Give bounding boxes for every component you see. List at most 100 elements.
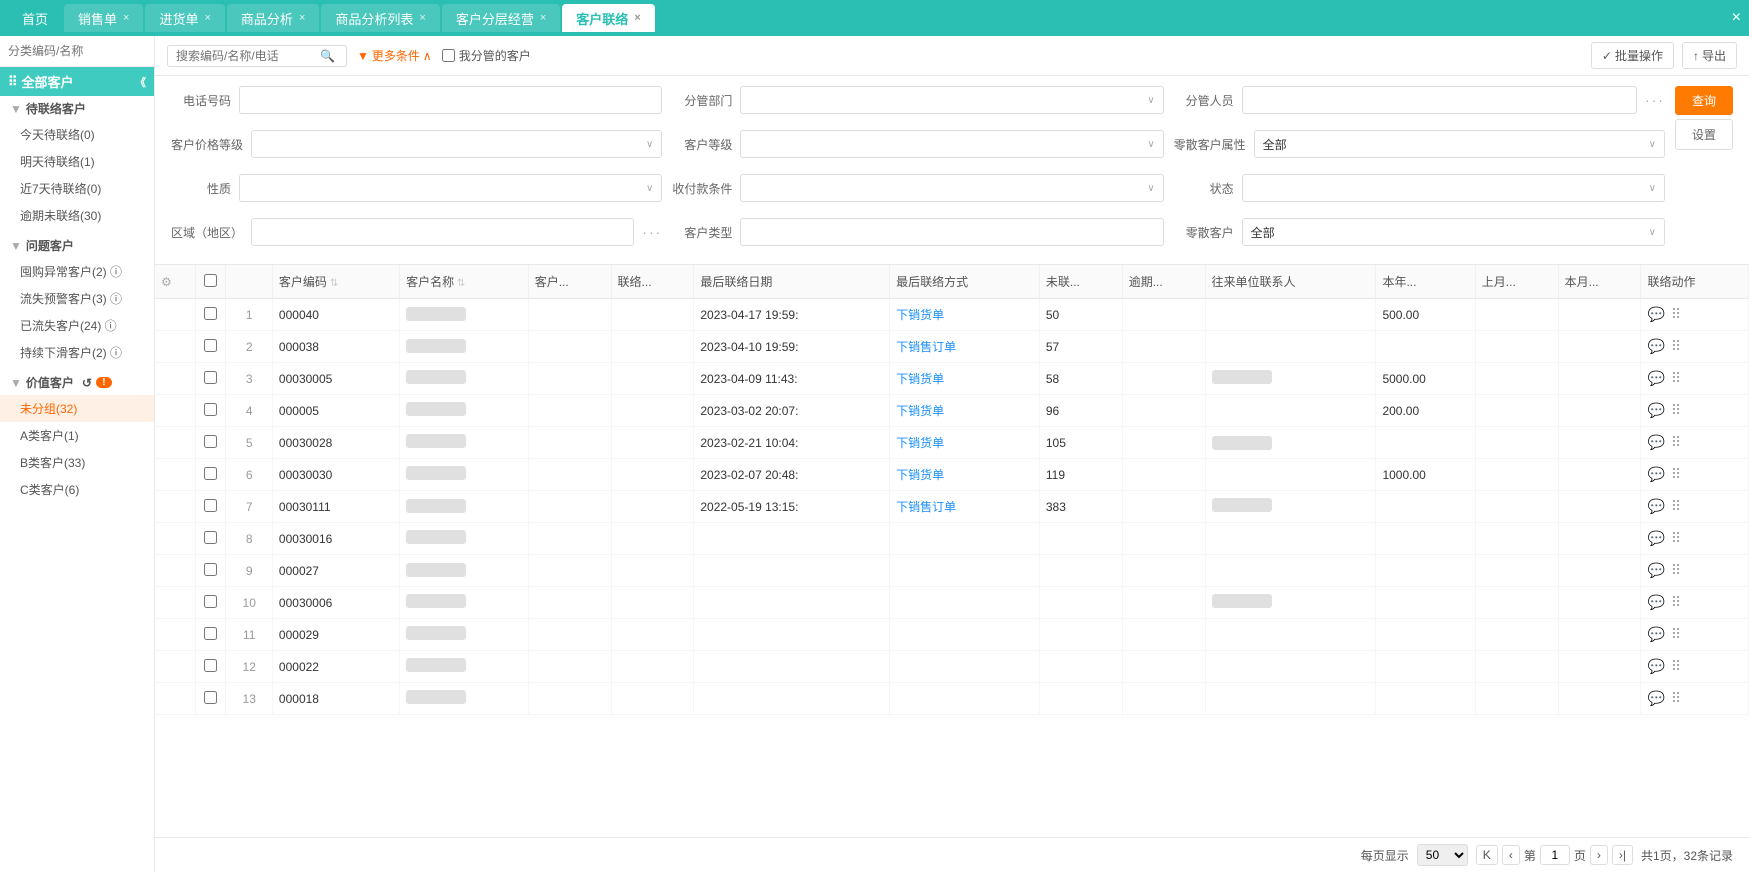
batch-ops-btn[interactable]: ✓ 批量操作 <box>1591 42 1674 69</box>
sidebar-collapse-icon[interactable]: 《 <box>135 74 146 90</box>
message-icon-7[interactable]: 💬 <box>1647 498 1664 515</box>
th-name[interactable]: 客户名称 <box>400 265 529 299</box>
message-icon-8[interactable]: 💬 <box>1647 530 1664 547</box>
tab-customer-contact[interactable]: 客户联络 × <box>562 4 654 32</box>
message-icon-13[interactable]: 💬 <box>1647 690 1664 707</box>
method-link-6[interactable]: 下销货单 <box>896 468 944 482</box>
message-icon-11[interactable]: 💬 <box>1647 626 1664 643</box>
more-icon-13[interactable]: ⠿ <box>1671 690 1681 707</box>
filter-region-input[interactable] <box>251 218 634 246</box>
message-icon-9[interactable]: 💬 <box>1647 562 1664 579</box>
tab-product-analysis-close[interactable]: × <box>299 12 305 24</box>
tab-purchase-close[interactable]: × <box>204 12 210 24</box>
filter-payment-select[interactable]: ∨ <box>740 174 1163 202</box>
filter-type-input[interactable] <box>740 218 1163 246</box>
export-btn[interactable]: ↑ 导出 <box>1682 42 1737 69</box>
message-icon-2[interactable]: 💬 <box>1647 338 1664 355</box>
method-link-5[interactable]: 下销货单 <box>896 436 944 450</box>
sidebar-item-abnormal[interactable]: 囤购异常客户(2) ⓘ <box>0 258 154 285</box>
more-icon-5[interactable]: ⠿ <box>1671 434 1681 451</box>
problem-customer-group[interactable]: ▼ 问题客户 <box>0 233 154 258</box>
sidebar-search-input[interactable] <box>8 44 155 58</box>
prev-page-btn[interactable]: ‹ <box>1502 845 1520 865</box>
message-icon-6[interactable]: 💬 <box>1647 466 1664 483</box>
row-checkbox-10[interactable] <box>204 595 217 608</box>
filter-status-select[interactable]: ∨ <box>1242 174 1665 202</box>
search-btn[interactable]: 查询 <box>1675 86 1733 115</box>
tab-product-list-close[interactable]: × <box>419 12 425 24</box>
sidebar-item-lost[interactable]: 已流失客户(24) ⓘ <box>0 312 154 339</box>
reset-btn[interactable]: 设置 <box>1675 119 1733 150</box>
row-checkbox-5[interactable] <box>204 435 217 448</box>
filter-price-select[interactable]: ∨ <box>251 130 662 158</box>
sidebar-item-c-class[interactable]: C类客户(6) <box>0 476 154 503</box>
more-icon-11[interactable]: ⠿ <box>1671 626 1681 643</box>
tab-purchase[interactable]: 进货单 × <box>145 4 224 32</box>
more-icon-7[interactable]: ⠿ <box>1671 498 1681 515</box>
row-checkbox-11[interactable] <box>204 627 217 640</box>
all-customers-header[interactable]: ⠿ 全部客户 《 <box>0 67 154 96</box>
gear-icon[interactable]: ⚙ <box>161 275 172 289</box>
filter-phone-input[interactable] <box>239 86 662 114</box>
tab-customer-contact-close[interactable]: × <box>634 12 640 24</box>
select-all-checkbox[interactable] <box>204 274 217 287</box>
message-icon-10[interactable]: 💬 <box>1647 594 1664 611</box>
sidebar-item-warn[interactable]: 流失预警客户(3) ⓘ <box>0 285 154 312</box>
tab-product-analysis-list[interactable]: 商品分析列表 × <box>321 4 439 32</box>
filter-level-select[interactable]: ∨ <box>740 130 1163 158</box>
page-size-select[interactable]: 50 100 <box>1417 844 1468 866</box>
sidebar-item-today[interactable]: 今天待联络(0) <box>0 121 154 148</box>
more-icon-9[interactable]: ⠿ <box>1671 562 1681 579</box>
row-checkbox-7[interactable] <box>204 499 217 512</box>
region-dots-icon[interactable]: ··· <box>642 224 662 240</box>
method-link-2[interactable]: 下销售订单 <box>896 340 956 354</box>
method-link-7[interactable]: 下销售订单 <box>896 500 956 514</box>
pending-contact-group[interactable]: ▼ 待联络客户 <box>0 96 154 121</box>
method-link-3[interactable]: 下销货单 <box>896 372 944 386</box>
row-checkbox-9[interactable] <box>204 563 217 576</box>
my-customers-check[interactable] <box>442 49 455 62</box>
row-checkbox-6[interactable] <box>204 467 217 480</box>
sidebar-item-declining[interactable]: 持续下滑客户(2) ⓘ <box>0 339 154 366</box>
row-checkbox-13[interactable] <box>204 691 217 704</box>
sidebar-item-a-class[interactable]: A类客户(1) <box>0 422 154 449</box>
tab-product-analysis[interactable]: 商品分析 × <box>227 4 319 32</box>
more-filters-btn[interactable]: ▼ 更多条件 ∧ <box>357 47 432 64</box>
message-icon-4[interactable]: 💬 <box>1647 402 1664 419</box>
filter-nature-select[interactable]: ∨ <box>239 174 662 202</box>
message-icon-1[interactable]: 💬 <box>1647 306 1664 323</box>
more-icon-1[interactable]: ⠿ <box>1671 306 1681 323</box>
refresh-icon[interactable]: ↺ <box>82 376 92 390</box>
next-page-btn[interactable]: › <box>1590 845 1608 865</box>
more-icon-10[interactable]: ⠿ <box>1671 594 1681 611</box>
value-customer-group[interactable]: ▼ 价值客户 ↺ ! <box>0 370 154 395</box>
tab-home[interactable]: 首页 <box>8 4 62 32</box>
sidebar-item-overdue[interactable]: 逾期未联络(30) <box>0 202 154 229</box>
more-icon-3[interactable]: ⠿ <box>1671 370 1681 387</box>
row-checkbox-1[interactable] <box>204 307 217 320</box>
filter-dept-select[interactable]: ∨ <box>740 86 1163 114</box>
page-input[interactable] <box>1540 845 1570 865</box>
more-icon-6[interactable]: ⠿ <box>1671 466 1681 483</box>
filter-retail-select[interactable]: 全部 ∨ <box>1254 130 1665 158</box>
filter-search-input[interactable] <box>176 49 316 63</box>
method-link-1[interactable]: 下销货单 <box>896 308 944 322</box>
row-checkbox-2[interactable] <box>204 339 217 352</box>
message-icon-12[interactable]: 💬 <box>1647 658 1664 675</box>
message-icon-5[interactable]: 💬 <box>1647 434 1664 451</box>
more-icon-2[interactable]: ⠿ <box>1671 338 1681 355</box>
more-icon-4[interactable]: ⠿ <box>1671 402 1681 419</box>
tab-customer-segment-close[interactable]: × <box>540 12 546 24</box>
row-checkbox-12[interactable] <box>204 659 217 672</box>
manager-dots-icon[interactable]: ··· <box>1645 92 1665 108</box>
more-icon-12[interactable]: ⠿ <box>1671 658 1681 675</box>
sidebar-item-b-class[interactable]: B类客户(33) <box>0 449 154 476</box>
sidebar-item-ungroup[interactable]: 未分组(32) <box>0 395 154 422</box>
row-checkbox-8[interactable] <box>204 531 217 544</box>
more-icon-8[interactable]: ⠿ <box>1671 530 1681 547</box>
row-checkbox-3[interactable] <box>204 371 217 384</box>
th-code[interactable]: 客户编码 <box>272 265 399 299</box>
filter-retail2-select[interactable]: 全部 ∨ <box>1242 218 1665 246</box>
message-icon-3[interactable]: 💬 <box>1647 370 1664 387</box>
sidebar-item-7days[interactable]: 近7天待联络(0) <box>0 175 154 202</box>
